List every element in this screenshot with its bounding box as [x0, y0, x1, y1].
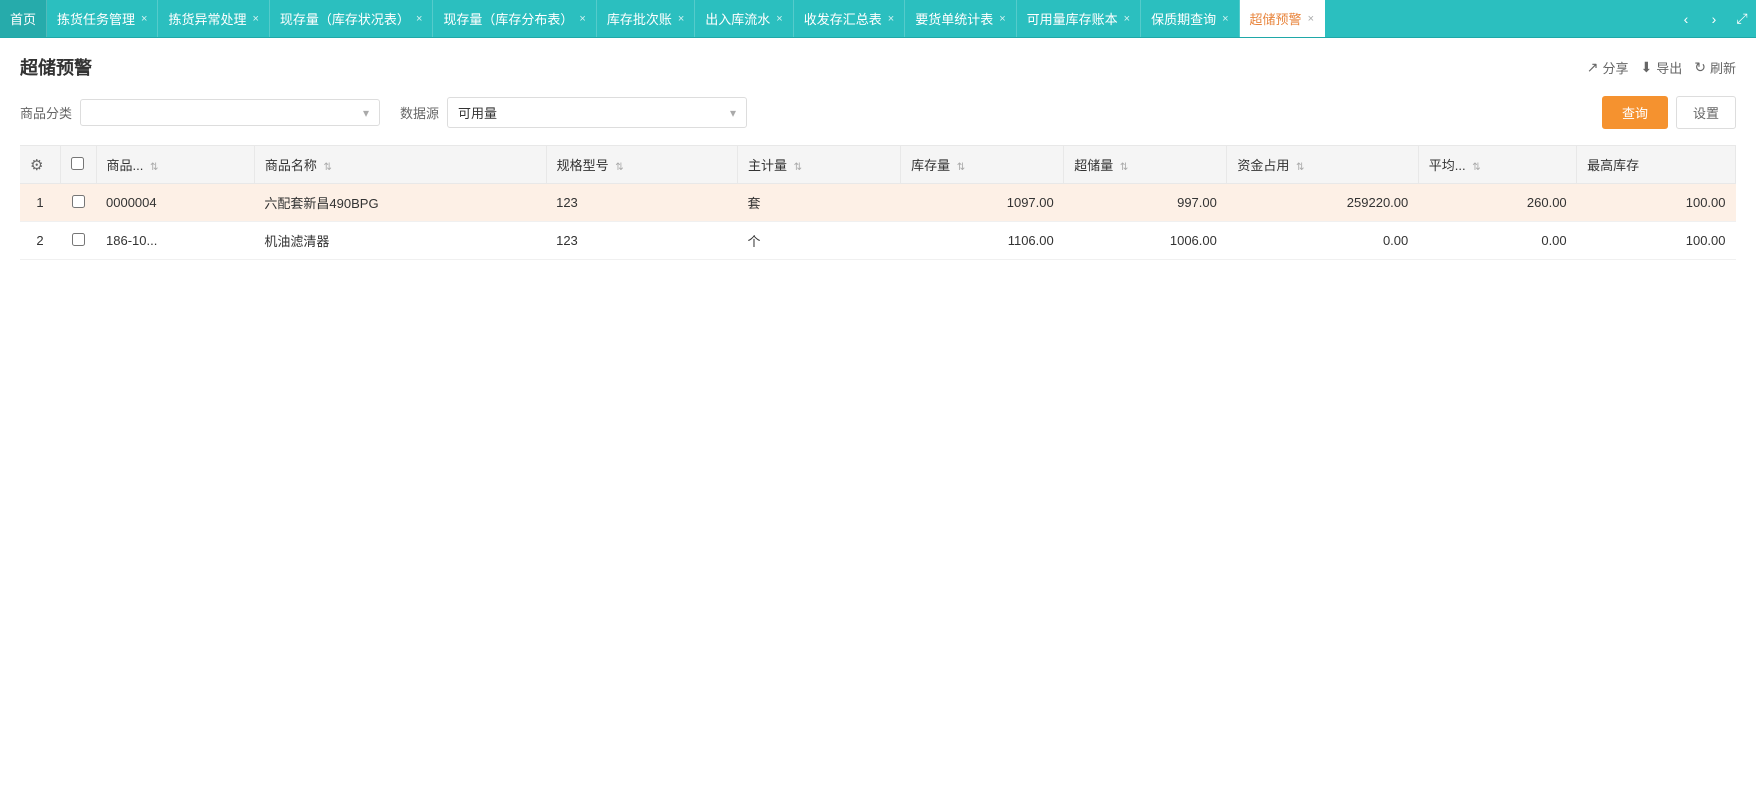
th-product-name: 商品名称 ⇅	[254, 146, 546, 184]
sort-icon[interactable]: ⇅	[1296, 162, 1304, 173]
refresh-icon: ↻	[1694, 59, 1706, 76]
filter-row: 商品分类 ▾ 数据源 可用量 ▾ 查询 设置	[20, 96, 1736, 129]
nav-expand-button[interactable]: ⤢	[1728, 0, 1756, 37]
category-select[interactable]: ▾	[80, 99, 380, 126]
table-row: 2 186-10... 机油滤清器 123 个 1106.00 1006.00 …	[20, 222, 1736, 260]
close-icon[interactable]: ×	[1124, 13, 1130, 25]
cell-spec: 123	[546, 222, 737, 260]
row-checkbox[interactable]	[72, 195, 85, 208]
nav-pick-task[interactable]: 拣货任务管理 ×	[47, 0, 158, 37]
row-num: 2	[20, 222, 60, 260]
export-button[interactable]: ⬇ 导出	[1641, 58, 1683, 77]
close-icon[interactable]: ×	[579, 13, 585, 25]
row-num: 1	[20, 184, 60, 222]
page-title: 超储预警	[20, 54, 92, 80]
cell-stock: 1106.00	[901, 222, 1064, 260]
cell-product-code: 186-10...	[96, 222, 254, 260]
th-max-stock: 最高库存	[1577, 146, 1736, 184]
close-icon[interactable]: ×	[416, 13, 422, 25]
top-nav: 首页 拣货任务管理 × 拣货异常处理 × 现存量（库存状况表） × 现存量（库存…	[0, 0, 1756, 38]
th-product-code: 商品... ⇅	[96, 146, 254, 184]
sort-icon[interactable]: ⇅	[615, 162, 623, 173]
cell-stock: 1097.00	[901, 184, 1064, 222]
nav-order-stats[interactable]: 要货单统计表 ×	[905, 0, 1016, 37]
export-icon: ⬇	[1641, 59, 1653, 76]
datasource-filter: 数据源 可用量 ▾	[400, 97, 747, 128]
cell-product-code: 0000004	[96, 184, 254, 222]
category-filter: 商品分类 ▾	[20, 99, 380, 126]
close-icon[interactable]: ×	[678, 13, 684, 25]
nav-available-stock[interactable]: 可用量库存账本 ×	[1017, 0, 1141, 37]
header-actions: ↗ 分享 ⬇ 导出 ↻ 刷新	[1587, 58, 1736, 77]
th-gear: ⚙	[20, 146, 60, 184]
sort-icon[interactable]: ⇅	[324, 162, 332, 173]
data-table: ⚙ 商品... ⇅ 商品名称 ⇅ 规格型号 ⇅ 主计量	[20, 145, 1736, 260]
sort-icon[interactable]: ⇅	[1120, 162, 1128, 173]
table-header-row: ⚙ 商品... ⇅ 商品名称 ⇅ 规格型号 ⇅ 主计量	[20, 146, 1736, 184]
th-overstock: 超储量 ⇅	[1064, 146, 1227, 184]
row-check-cell	[60, 222, 96, 260]
nav-batch-account[interactable]: 库存批次账 ×	[597, 0, 695, 37]
row-check-cell	[60, 184, 96, 222]
th-capital: 资金占用 ⇅	[1227, 146, 1418, 184]
nav-pick-exception[interactable]: 拣货异常处理 ×	[158, 0, 269, 37]
nav-home[interactable]: 首页	[0, 0, 47, 37]
close-icon[interactable]: ×	[999, 13, 1005, 25]
cell-product-name: 机油滤清器	[254, 222, 546, 260]
table-row: 1 0000004 六配套新昌490BPG 123 套 1097.00 997.…	[20, 184, 1736, 222]
category-label: 商品分类	[20, 103, 72, 122]
row-checkbox[interactable]	[72, 233, 85, 246]
datasource-select[interactable]: 可用量 ▾	[447, 97, 747, 128]
sort-icon[interactable]: ⇅	[957, 162, 965, 173]
nav-summary[interactable]: 收发存汇总表 ×	[794, 0, 905, 37]
chevron-down-icon: ▾	[730, 106, 736, 120]
th-spec: 规格型号 ⇅	[546, 146, 737, 184]
close-icon[interactable]: ×	[1222, 13, 1228, 25]
cell-unit: 个	[737, 222, 900, 260]
close-icon[interactable]: ×	[141, 13, 147, 25]
nav-arrow-group: ‹ › ⤢	[1672, 0, 1756, 37]
sort-icon[interactable]: ⇅	[794, 162, 802, 173]
share-button[interactable]: ↗ 分享	[1587, 58, 1629, 77]
cell-avg: 0.00	[1418, 222, 1576, 260]
refresh-button[interactable]: ↻ 刷新	[1694, 58, 1736, 77]
close-icon[interactable]: ×	[252, 13, 258, 25]
cell-product-name: 六配套新昌490BPG	[254, 184, 546, 222]
nav-inout-flow[interactable]: 出入库流水 ×	[695, 0, 793, 37]
datasource-label: 数据源	[400, 103, 439, 122]
share-icon: ↗	[1587, 59, 1599, 76]
th-unit: 主计量 ⇅	[737, 146, 900, 184]
filter-action-buttons: 查询 设置	[1602, 96, 1736, 129]
settings-button[interactable]: 设置	[1676, 96, 1736, 129]
sort-icon[interactable]: ⇅	[150, 162, 158, 173]
nav-stock-status[interactable]: 现存量（库存状况表） ×	[270, 0, 433, 37]
page-header: 超储预警 ↗ 分享 ⬇ 导出 ↻ 刷新	[20, 54, 1736, 80]
close-icon[interactable]: ×	[1308, 13, 1314, 25]
close-icon[interactable]: ×	[888, 13, 894, 25]
select-all-checkbox[interactable]	[71, 157, 84, 170]
cell-capital: 259220.00	[1227, 184, 1418, 222]
close-icon[interactable]: ×	[776, 13, 782, 25]
query-button[interactable]: 查询	[1602, 96, 1668, 129]
cell-overstock: 1006.00	[1064, 222, 1227, 260]
nav-expiry-query[interactable]: 保质期查询 ×	[1141, 0, 1239, 37]
gear-icon-button[interactable]: ⚙	[30, 156, 43, 174]
page-container: 超储预警 ↗ 分享 ⬇ 导出 ↻ 刷新 商品分类 ▾ 数据源	[0, 38, 1756, 800]
th-stock: 库存量 ⇅	[901, 146, 1064, 184]
cell-avg: 260.00	[1418, 184, 1576, 222]
nav-prev-button[interactable]: ‹	[1672, 0, 1700, 37]
nav-next-button[interactable]: ›	[1700, 0, 1728, 37]
cell-overstock: 997.00	[1064, 184, 1227, 222]
nav-stock-dist[interactable]: 现存量（库存分布表） ×	[433, 0, 596, 37]
th-avg: 平均... ⇅	[1418, 146, 1576, 184]
cell-capital: 0.00	[1227, 222, 1418, 260]
cell-max-stock: 100.00	[1577, 222, 1736, 260]
sort-icon[interactable]: ⇅	[1472, 162, 1480, 173]
nav-overstock-warning[interactable]: 超储预警 ×	[1240, 0, 1325, 37]
cell-max-stock: 100.00	[1577, 184, 1736, 222]
cell-spec: 123	[546, 184, 737, 222]
chevron-down-icon: ▾	[363, 106, 369, 120]
th-check	[60, 146, 96, 184]
cell-unit: 套	[737, 184, 900, 222]
